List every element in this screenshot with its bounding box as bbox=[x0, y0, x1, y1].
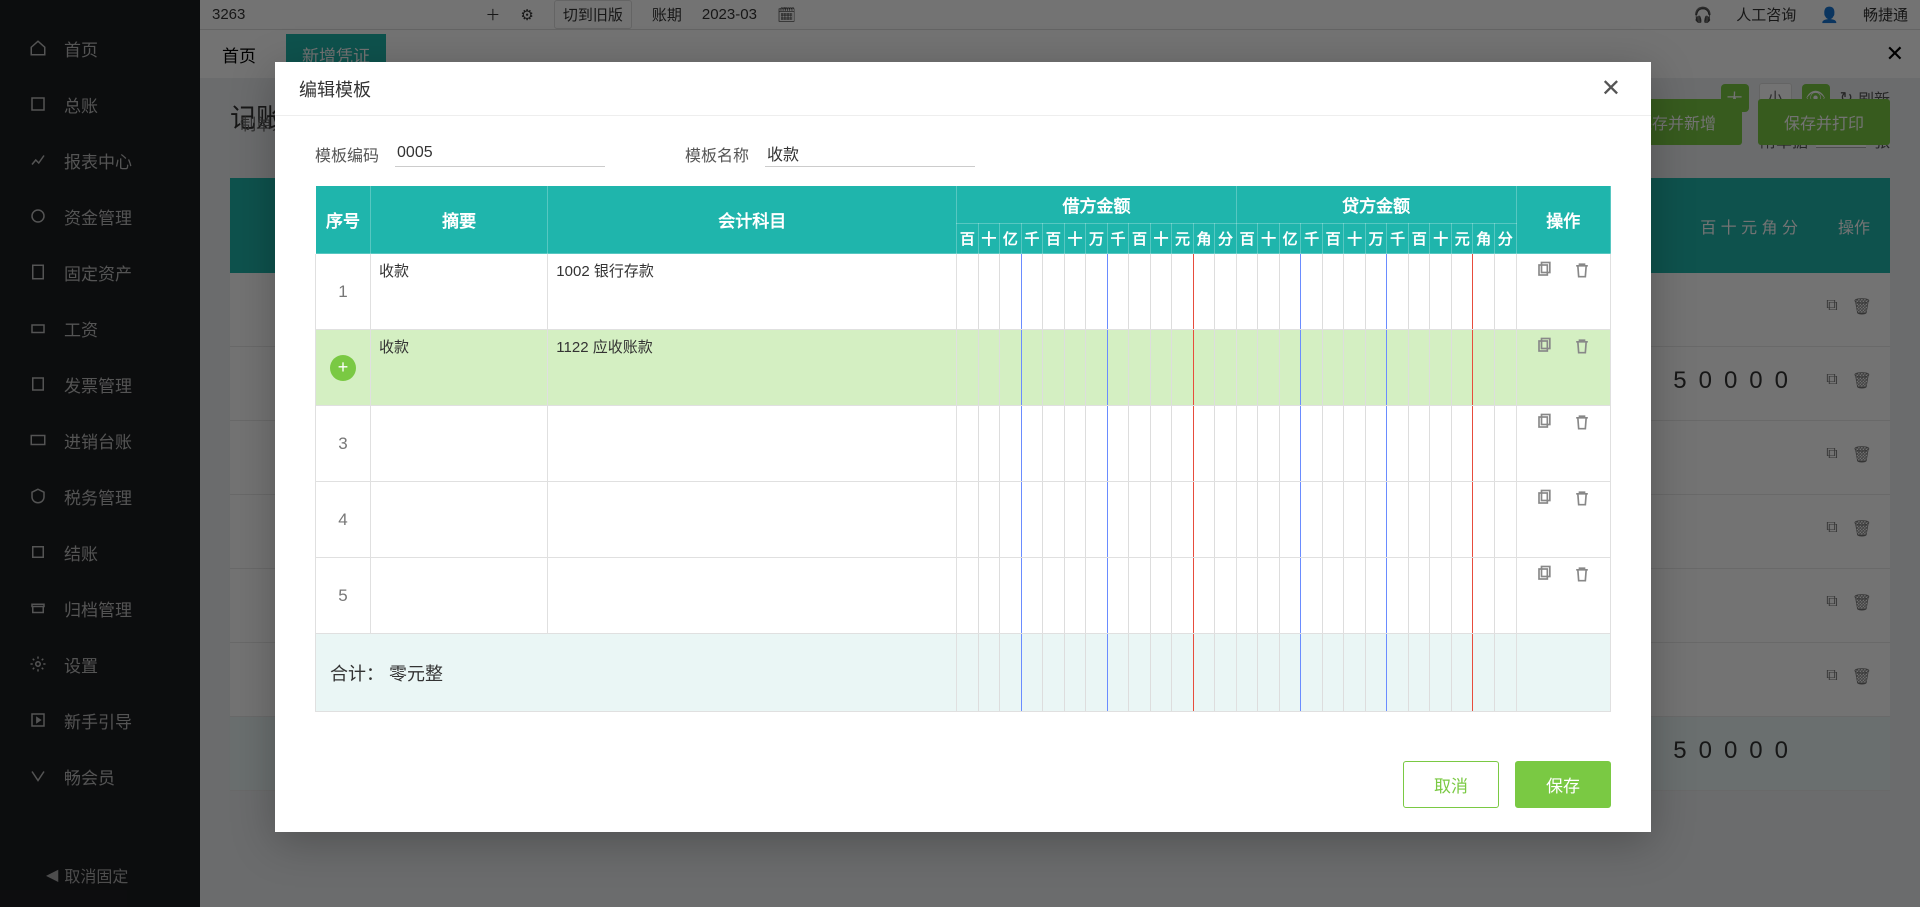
digit-header: 千 bbox=[1021, 224, 1043, 254]
digit-header: 百 bbox=[1129, 224, 1151, 254]
copy-icon[interactable] bbox=[1534, 488, 1554, 512]
template-code-input[interactable] bbox=[395, 140, 605, 167]
modal-header: 编辑模板 ✕ bbox=[275, 62, 1651, 116]
digit-header: 角 bbox=[1473, 224, 1495, 254]
template-name-label: 模板名称 bbox=[685, 142, 749, 166]
ledger-row[interactable]: + 收款1122 应收账款 bbox=[316, 330, 1611, 406]
ledger-total-row: 合计： 零元整 bbox=[316, 634, 1611, 712]
col-seq: 序号 bbox=[316, 186, 371, 254]
digit-header: 亿 bbox=[1000, 224, 1022, 254]
row-account[interactable] bbox=[548, 406, 957, 482]
digit-header: 分 bbox=[1495, 224, 1517, 254]
modal-title: 编辑模板 bbox=[299, 76, 371, 102]
total-debit bbox=[957, 634, 1237, 712]
modal-footer: 取消 保存 bbox=[275, 743, 1651, 832]
digit-header: 千 bbox=[1107, 224, 1129, 254]
digit-header: 百 bbox=[1322, 224, 1344, 254]
row-seq: 1 bbox=[316, 254, 371, 330]
col-summary: 摘要 bbox=[370, 186, 547, 254]
total-label: 合计： 零元整 bbox=[316, 634, 957, 712]
digit-header: 千 bbox=[1301, 224, 1323, 254]
row-account[interactable] bbox=[548, 558, 957, 634]
row-seq: + bbox=[316, 330, 371, 406]
col-account: 会计科目 bbox=[548, 186, 957, 254]
delete-icon[interactable] bbox=[1572, 412, 1592, 436]
delete-icon[interactable] bbox=[1572, 336, 1592, 360]
delete-icon[interactable] bbox=[1572, 564, 1592, 588]
digit-header: 十 bbox=[1344, 224, 1366, 254]
digit-header: 千 bbox=[1387, 224, 1409, 254]
row-account[interactable]: 1122 应收账款 bbox=[548, 330, 957, 406]
debit-cell[interactable] bbox=[957, 558, 1237, 634]
row-seq: 4 bbox=[316, 482, 371, 558]
ledger-row[interactable]: 3 bbox=[316, 406, 1611, 482]
digit-header: 角 bbox=[1193, 224, 1215, 254]
template-code-label: 模板编码 bbox=[315, 142, 379, 166]
row-summary[interactable]: 收款 bbox=[370, 254, 547, 330]
credit-cell[interactable] bbox=[1236, 558, 1516, 634]
digit-header: 百 bbox=[1043, 224, 1065, 254]
digit-header: 十 bbox=[978, 224, 1000, 254]
row-summary[interactable]: 收款 bbox=[370, 330, 547, 406]
copy-icon[interactable] bbox=[1534, 564, 1554, 588]
edit-template-modal: 编辑模板 ✕ 模板编码 模板名称 序号 摘要 会计科目 借方金额 贷方金额 操作… bbox=[275, 62, 1651, 832]
save-button[interactable]: 保存 bbox=[1515, 761, 1611, 808]
row-actions bbox=[1516, 330, 1610, 406]
ledger-row[interactable]: 5 bbox=[316, 558, 1611, 634]
total-credit bbox=[1236, 634, 1516, 712]
digit-header: 十 bbox=[1064, 224, 1086, 254]
digit-header: 元 bbox=[1451, 224, 1473, 254]
digit-header: 十 bbox=[1258, 224, 1280, 254]
credit-cell[interactable] bbox=[1236, 406, 1516, 482]
close-icon[interactable]: ✕ bbox=[1595, 72, 1627, 105]
debit-cell[interactable] bbox=[957, 482, 1237, 558]
debit-cell[interactable] bbox=[957, 330, 1237, 406]
col-actions: 操作 bbox=[1516, 186, 1610, 254]
digit-header: 分 bbox=[1215, 224, 1237, 254]
ledger-row[interactable]: 1收款1002 银行存款 bbox=[316, 254, 1611, 330]
digit-header: 万 bbox=[1086, 224, 1108, 254]
credit-cell[interactable] bbox=[1236, 254, 1516, 330]
digit-header: 十 bbox=[1430, 224, 1452, 254]
copy-icon[interactable] bbox=[1534, 260, 1554, 284]
cancel-button[interactable]: 取消 bbox=[1403, 761, 1499, 808]
modal-form: 模板编码 模板名称 bbox=[275, 116, 1651, 185]
row-actions bbox=[1516, 558, 1610, 634]
digit-header: 万 bbox=[1365, 224, 1387, 254]
copy-icon[interactable] bbox=[1534, 412, 1554, 436]
ledger-row[interactable]: 4 bbox=[316, 482, 1611, 558]
digit-header: 百 bbox=[1236, 224, 1258, 254]
row-seq: 5 bbox=[316, 558, 371, 634]
add-row-button[interactable]: + bbox=[330, 355, 356, 381]
digit-header: 百 bbox=[957, 224, 979, 254]
digit-header: 十 bbox=[1150, 224, 1172, 254]
row-actions bbox=[1516, 254, 1610, 330]
digit-header: 百 bbox=[1408, 224, 1430, 254]
delete-icon[interactable] bbox=[1572, 260, 1592, 284]
copy-icon[interactable] bbox=[1534, 336, 1554, 360]
col-credit: 贷方金额 bbox=[1236, 186, 1516, 224]
template-name-input[interactable] bbox=[765, 140, 975, 167]
credit-cell[interactable] bbox=[1236, 330, 1516, 406]
debit-cell[interactable] bbox=[957, 406, 1237, 482]
total-actions-empty bbox=[1516, 634, 1610, 712]
row-account[interactable]: 1002 银行存款 bbox=[548, 254, 957, 330]
row-actions bbox=[1516, 482, 1610, 558]
row-account[interactable] bbox=[548, 482, 957, 558]
row-summary[interactable] bbox=[370, 482, 547, 558]
col-debit: 借方金额 bbox=[957, 186, 1237, 224]
credit-cell[interactable] bbox=[1236, 482, 1516, 558]
row-summary[interactable] bbox=[370, 558, 547, 634]
delete-icon[interactable] bbox=[1572, 488, 1592, 512]
ledger-table: 序号 摘要 会计科目 借方金额 贷方金额 操作 百十亿千百十万千百十元角分百十亿… bbox=[315, 185, 1611, 712]
row-actions bbox=[1516, 406, 1610, 482]
digit-header: 元 bbox=[1172, 224, 1194, 254]
debit-cell[interactable] bbox=[957, 254, 1237, 330]
row-seq: 3 bbox=[316, 406, 371, 482]
row-summary[interactable] bbox=[370, 406, 547, 482]
digit-header: 亿 bbox=[1279, 224, 1301, 254]
